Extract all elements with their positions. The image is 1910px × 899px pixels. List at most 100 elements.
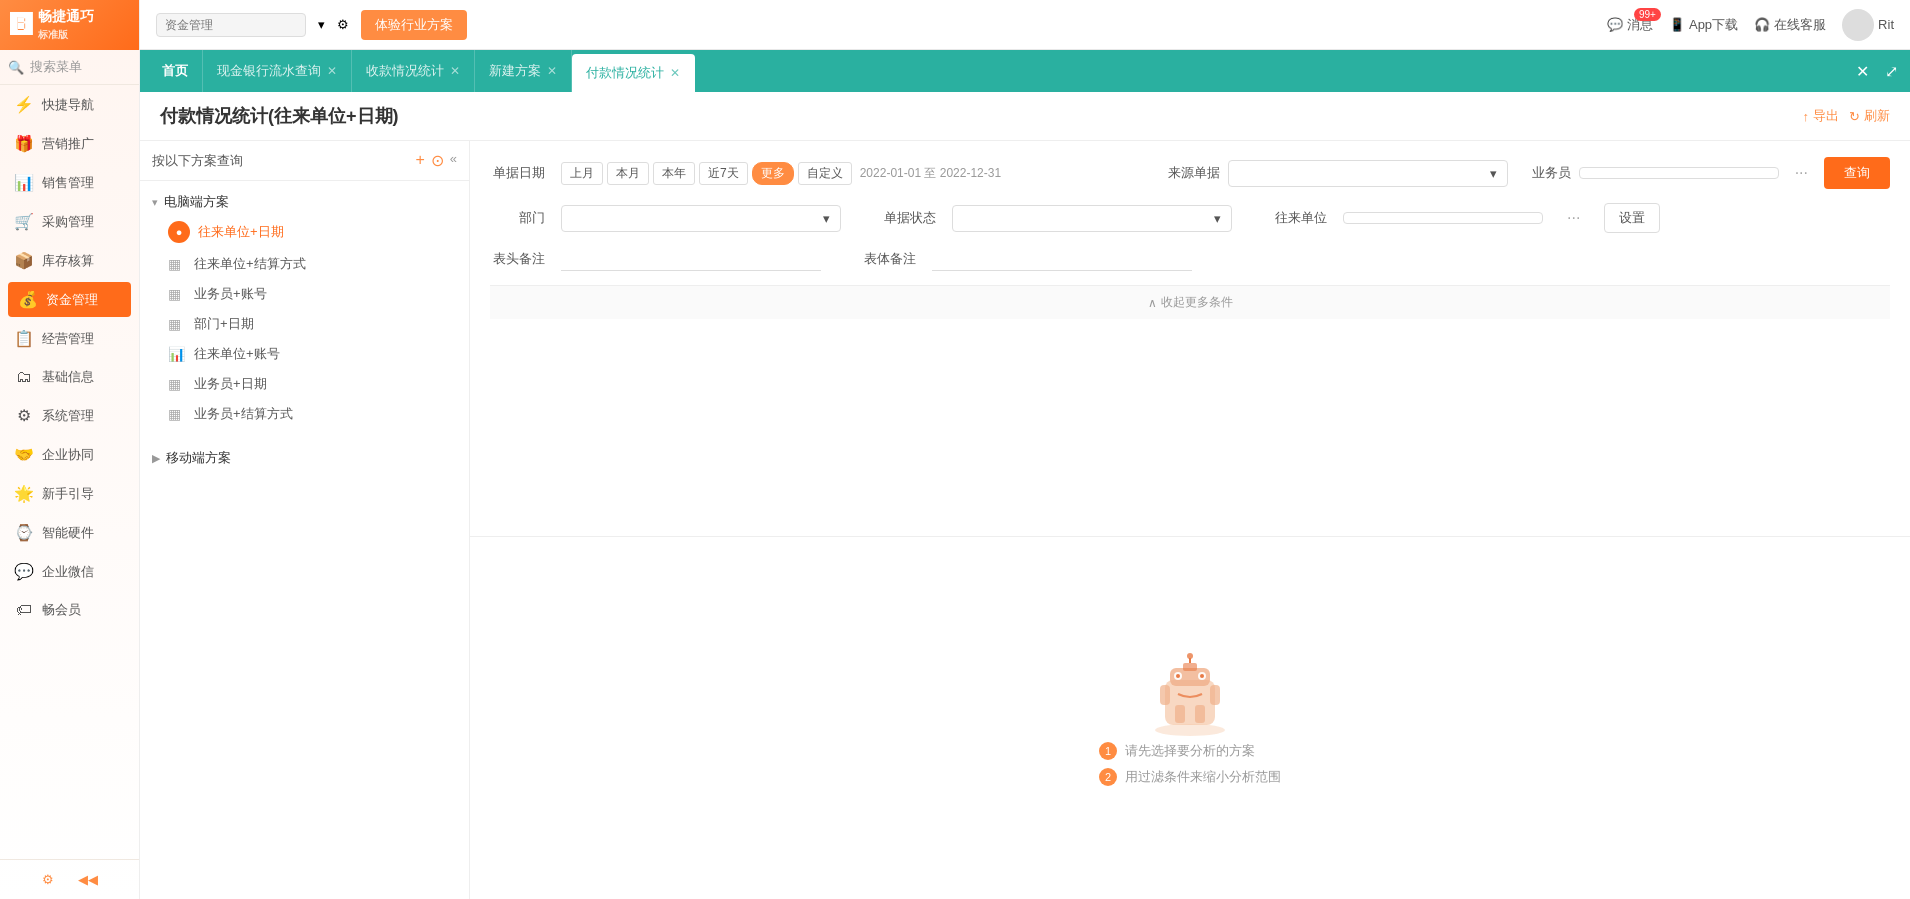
scheme-item-salesman-settle[interactable]: ▦ 业务员+结算方式	[140, 399, 469, 429]
sidebar-item-enterprise[interactable]: 🤝 企业协同	[0, 435, 139, 474]
sidebar-item-sales[interactable]: 📊 销售管理	[0, 163, 139, 202]
scheme-item-salesman-account[interactable]: ▦ 业务员+账号	[140, 279, 469, 309]
source-select[interactable]: ▾	[1228, 160, 1508, 187]
partner-dots[interactable]: ···	[1567, 209, 1580, 227]
breadcrumb-input[interactable]	[156, 13, 306, 37]
sidebar-item-label: 智能硬件	[42, 524, 94, 542]
sidebar-item-operation[interactable]: 📋 经营管理	[0, 319, 139, 358]
settings-button[interactable]: 设置	[1604, 203, 1660, 233]
sidebar-item-label: 系统管理	[42, 407, 94, 425]
sidebar-item-finance[interactable]: 💰 资金管理	[8, 282, 131, 317]
sidebar-item-label: 销售管理	[42, 174, 94, 192]
hint-num-1: 1	[1099, 742, 1117, 760]
tab-payment-stats[interactable]: 付款情况统计 ✕	[572, 54, 695, 92]
tab-expand-btn[interactable]: ⤢	[1881, 58, 1902, 85]
tab-bank-flow-close[interactable]: ✕	[327, 64, 337, 78]
tab-home[interactable]: 首页	[148, 50, 203, 92]
chevron-down-icon[interactable]: ▾	[318, 17, 325, 32]
sidebar-item-member[interactable]: 🏷 畅会员	[0, 591, 139, 629]
date-btn-this-month[interactable]: 本月	[607, 162, 649, 185]
page-header: 付款情况统计(往来单位+日期) ↑ 导出 ↻ 刷新	[140, 92, 1910, 141]
salesman-dots[interactable]: ···	[1795, 164, 1808, 182]
query-button[interactable]: 查询	[1824, 157, 1890, 189]
salesman-select[interactable]	[1579, 167, 1779, 179]
message-button[interactable]: 💬 消息 99+	[1607, 16, 1653, 34]
sidebar-item-basic[interactable]: 🗂 基础信息	[0, 358, 139, 396]
search-icon: 🔍	[8, 60, 24, 75]
tab-payment-stats-close[interactable]: ✕	[670, 66, 680, 80]
user-avatar[interactable]: Rit	[1842, 9, 1894, 41]
dept-select[interactable]: ▾	[561, 205, 841, 232]
app-download-label: App下载	[1689, 16, 1738, 34]
operation-icon: 📋	[14, 329, 34, 348]
sidebar-item-guide[interactable]: 🌟 新手引导	[0, 474, 139, 513]
scheme-item-partner-date[interactable]: ● 往来单位+日期	[140, 215, 469, 249]
sidebar-item-quick-nav[interactable]: ⚡ 快捷导航	[0, 85, 139, 124]
body-note-input[interactable]	[932, 247, 1192, 271]
date-btn-last-7-days[interactable]: 近7天	[699, 162, 748, 185]
trial-button[interactable]: 体验行业方案	[361, 10, 467, 40]
app-download-button[interactable]: 📱 App下载	[1669, 16, 1738, 34]
tab-receipt-stats[interactable]: 收款情况统计 ✕	[352, 50, 475, 92]
tab-payment-stats-label: 付款情况统计	[586, 64, 664, 82]
mobile-section-label: 移动端方案	[166, 449, 231, 467]
scheme-collapse-btn[interactable]: «	[450, 151, 457, 170]
sidebar-nav: ⚡ 快捷导航 🎁 营销推广 📊 销售管理 🛒 采购管理 📦 库存核算 💰 资金管…	[0, 85, 139, 859]
scheme-panel-header: 按以下方案查询 + ⊙ «	[140, 141, 469, 181]
search-label: 搜索菜单	[30, 58, 82, 76]
refresh-button[interactable]: ↻ 刷新	[1849, 107, 1890, 125]
partner-select[interactable]	[1343, 212, 1543, 224]
mobile-scheme-section: ▶ 移动端方案	[140, 437, 469, 479]
sidebar-item-wechat[interactable]: 💬 企业微信	[0, 552, 139, 591]
export-label: 导出	[1813, 107, 1839, 125]
scheme-add-icon[interactable]: +	[415, 151, 424, 170]
tab-new-scheme[interactable]: 新建方案 ✕	[475, 50, 572, 92]
export-button[interactable]: ↑ 导出	[1803, 107, 1840, 125]
sidebar-item-label: 企业协同	[42, 446, 94, 464]
date-buttons: 上月 本月 本年 近7天 更多 自定义 2022-01-01 至 2022-12…	[561, 162, 1001, 185]
mobile-scheme-title[interactable]: ▶ 移动端方案	[140, 445, 469, 471]
date-btn-last-month[interactable]: 上月	[561, 162, 603, 185]
desktop-scheme-title[interactable]: ▾ 电脑端方案	[140, 189, 469, 215]
sidebar-collapse-btn[interactable]: ◀◀	[70, 868, 106, 891]
scheme-item-salesman-date[interactable]: ▦ 业务员+日期	[140, 369, 469, 399]
svg-rect-8	[1210, 685, 1220, 705]
hint-num-2: 2	[1099, 768, 1117, 786]
svg-point-5	[1176, 674, 1180, 678]
date-range-label: 2022-01-01 至 2022-12-31	[860, 165, 1001, 182]
user-name: Rit	[1878, 17, 1894, 32]
date-btn-custom[interactable]: 自定义	[798, 162, 852, 185]
scheme-panel-actions: + ⊙ «	[415, 151, 457, 170]
desktop-arrow-icon: ▾	[152, 196, 158, 209]
sidebar-search[interactable]: 🔍 搜索菜单	[0, 50, 139, 85]
tab-bank-flow[interactable]: 现金银行流水查询 ✕	[203, 50, 352, 92]
scheme-item-dept-date[interactable]: ▦ 部门+日期	[140, 309, 469, 339]
header-settings-icon[interactable]: ⚙	[337, 17, 349, 32]
sidebar-item-hardware[interactable]: ⌚ 智能硬件	[0, 513, 139, 552]
collapse-conditions-btn[interactable]: ∧ 收起更多条件	[490, 285, 1890, 319]
scheme-settings-icon[interactable]: ⊙	[431, 151, 444, 170]
scheme-item-label: 部门+日期	[194, 315, 254, 333]
message-icon: 💬	[1607, 17, 1623, 32]
tab-new-scheme-close[interactable]: ✕	[547, 64, 557, 78]
sidebar-item-system[interactable]: ⚙ 系统管理	[0, 396, 139, 435]
hint-text-2: 用过滤条件来缩小分析范围	[1125, 768, 1281, 786]
date-btn-more[interactable]: 更多	[752, 162, 794, 185]
scheme-item-partner-settle[interactable]: ▦ 往来单位+结算方式	[140, 249, 469, 279]
scheme-item-icon: ▦	[168, 316, 186, 332]
scheme-panel: 按以下方案查询 + ⊙ « ▾ 电脑端方案 ● 往来单位+日期	[140, 141, 470, 899]
doc-status-select[interactable]: ▾	[952, 205, 1232, 232]
hardware-icon: ⌚	[14, 523, 34, 542]
online-service-button[interactable]: 🎧 在线客服	[1754, 16, 1826, 34]
scheme-item-label: 业务员+账号	[194, 285, 267, 303]
sidebar-item-marketing[interactable]: 🎁 营销推广	[0, 124, 139, 163]
scheme-item-partner-account[interactable]: 📊 往来单位+账号	[140, 339, 469, 369]
sidebar-item-inventory[interactable]: 📦 库存核算	[0, 241, 139, 280]
date-btn-this-year[interactable]: 本年	[653, 162, 695, 185]
header-note-input[interactable]	[561, 247, 821, 271]
sidebar-settings-btn[interactable]: ⚙	[34, 868, 62, 891]
tab-receipt-stats-close[interactable]: ✕	[450, 64, 460, 78]
filter-row-notes: 表头备注 表体备注	[490, 247, 1890, 271]
tab-close-all-btn[interactable]: ✕	[1852, 58, 1873, 85]
sidebar-item-purchase[interactable]: 🛒 采购管理	[0, 202, 139, 241]
